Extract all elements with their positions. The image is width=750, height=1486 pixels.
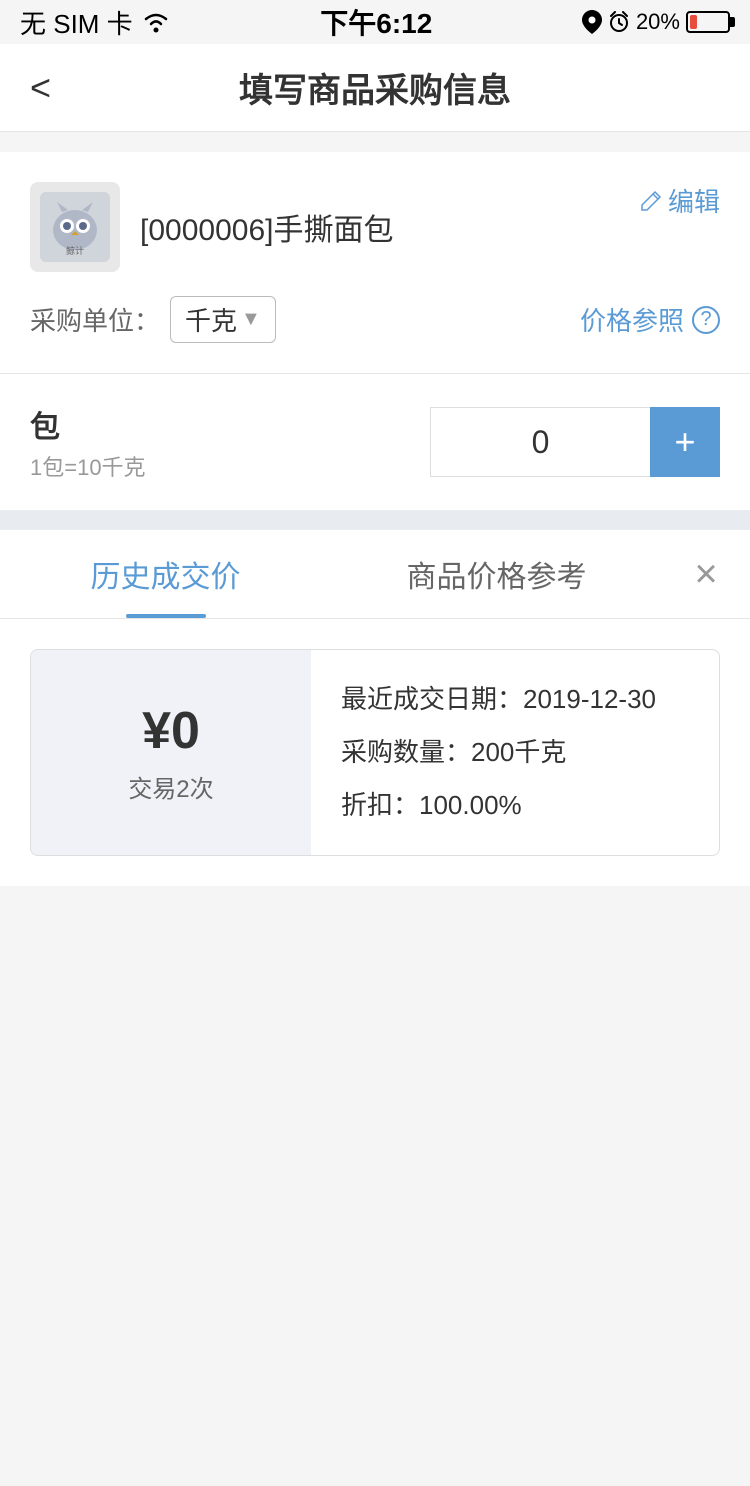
product-unit-row: 采购单位： 千克 ▼ 价格参照 ? xyxy=(30,296,720,343)
product-card: 鲸计 [0000006]手撕面包 编辑 采购单位： 千克 ▼ 价格参照 ? xyxy=(0,152,750,373)
tab-close-button[interactable]: × xyxy=(662,530,750,618)
back-button[interactable]: < xyxy=(30,67,51,109)
tab-underline xyxy=(126,614,206,618)
discount: 折扣：100.00% xyxy=(341,786,689,825)
edit-icon xyxy=(640,190,662,212)
tab-product-label: 商品价格参考 xyxy=(407,552,587,596)
carrier-text: 无 SIM 卡 xyxy=(20,4,133,41)
product-name: [0000006]手撕面包 xyxy=(140,205,393,249)
recent-date: 最近成交日期：2019-12-30 xyxy=(341,680,689,719)
price-ref-label: 价格参照 xyxy=(580,301,684,338)
location-icon xyxy=(582,10,602,34)
product-header: 鲸计 [0000006]手撕面包 编辑 xyxy=(30,182,720,272)
price-amount: ¥0 xyxy=(142,701,200,761)
dropdown-arrow-icon: ▼ xyxy=(241,308,261,331)
status-right: 20% xyxy=(582,9,730,35)
quantity-input[interactable] xyxy=(430,407,650,477)
battery-fill xyxy=(690,15,697,29)
help-icon: ? xyxy=(692,306,720,334)
page-title: 填写商品采购信息 xyxy=(239,63,511,112)
separator xyxy=(0,510,750,530)
price-info-card: ¥0 交易2次 最近成交日期：2019-12-30 采购数量：200千克 折扣：… xyxy=(30,649,720,856)
edit-label: 编辑 xyxy=(668,182,720,219)
tab-header: 历史成交价 商品价格参考 × xyxy=(0,530,750,619)
nav-bar: < 填写商品采购信息 xyxy=(0,44,750,132)
wifi-icon xyxy=(141,11,171,33)
price-right-panel: 最近成交日期：2019-12-30 采购数量：200千克 折扣：100.00% xyxy=(311,650,719,855)
status-bar: 无 SIM 卡 下午6:12 20% xyxy=(0,0,750,44)
tab-history-price[interactable]: 历史成交价 xyxy=(0,530,331,618)
product-logo: 鲸计 xyxy=(40,192,110,262)
svg-text:鲸计: 鲸计 xyxy=(66,245,84,256)
unit-value: 千克 xyxy=(185,301,237,338)
alarm-icon xyxy=(608,11,630,33)
main-background xyxy=(0,886,750,1486)
quantity-convert-label: 1包=10千克 xyxy=(30,450,146,482)
quantity-row: 包 1包=10千克 + xyxy=(0,373,750,510)
edit-button[interactable]: 编辑 xyxy=(640,182,720,219)
unit-select[interactable]: 千克 ▼ xyxy=(170,296,276,343)
price-trade-count: 交易2次 xyxy=(128,769,213,804)
battery-percent: 20% xyxy=(636,9,680,35)
status-time: 下午6:12 xyxy=(320,2,432,42)
unit-label: 采购单位： xyxy=(30,301,160,338)
quantity-label-group: 包 1包=10千克 xyxy=(30,402,146,482)
price-ref-button[interactable]: 价格参照 ? xyxy=(580,301,720,338)
battery-icon xyxy=(686,11,730,33)
tab-panel: 历史成交价 商品价格参考 × ¥0 交易2次 最近成交日期：2019-12-30… xyxy=(0,530,750,886)
price-currency: ¥ xyxy=(142,702,171,760)
tab-product-price[interactable]: 商品价格参考 xyxy=(331,530,662,618)
quantity-input-group: + xyxy=(430,407,720,477)
quantity-unit-label: 包 xyxy=(30,402,146,446)
product-thumbnail: 鲸计 xyxy=(30,182,120,272)
product-left: 鲸计 [0000006]手撕面包 xyxy=(30,182,393,272)
purchase-qty: 采购数量：200千克 xyxy=(341,733,689,772)
quantity-plus-button[interactable]: + xyxy=(650,407,720,477)
price-value: 0 xyxy=(171,702,200,760)
price-left-panel: ¥0 交易2次 xyxy=(31,650,311,855)
status-left: 无 SIM 卡 xyxy=(20,4,171,41)
tab-history-label: 历史成交价 xyxy=(91,552,241,596)
price-info-area: ¥0 交易2次 最近成交日期：2019-12-30 采购数量：200千克 折扣：… xyxy=(0,619,750,886)
